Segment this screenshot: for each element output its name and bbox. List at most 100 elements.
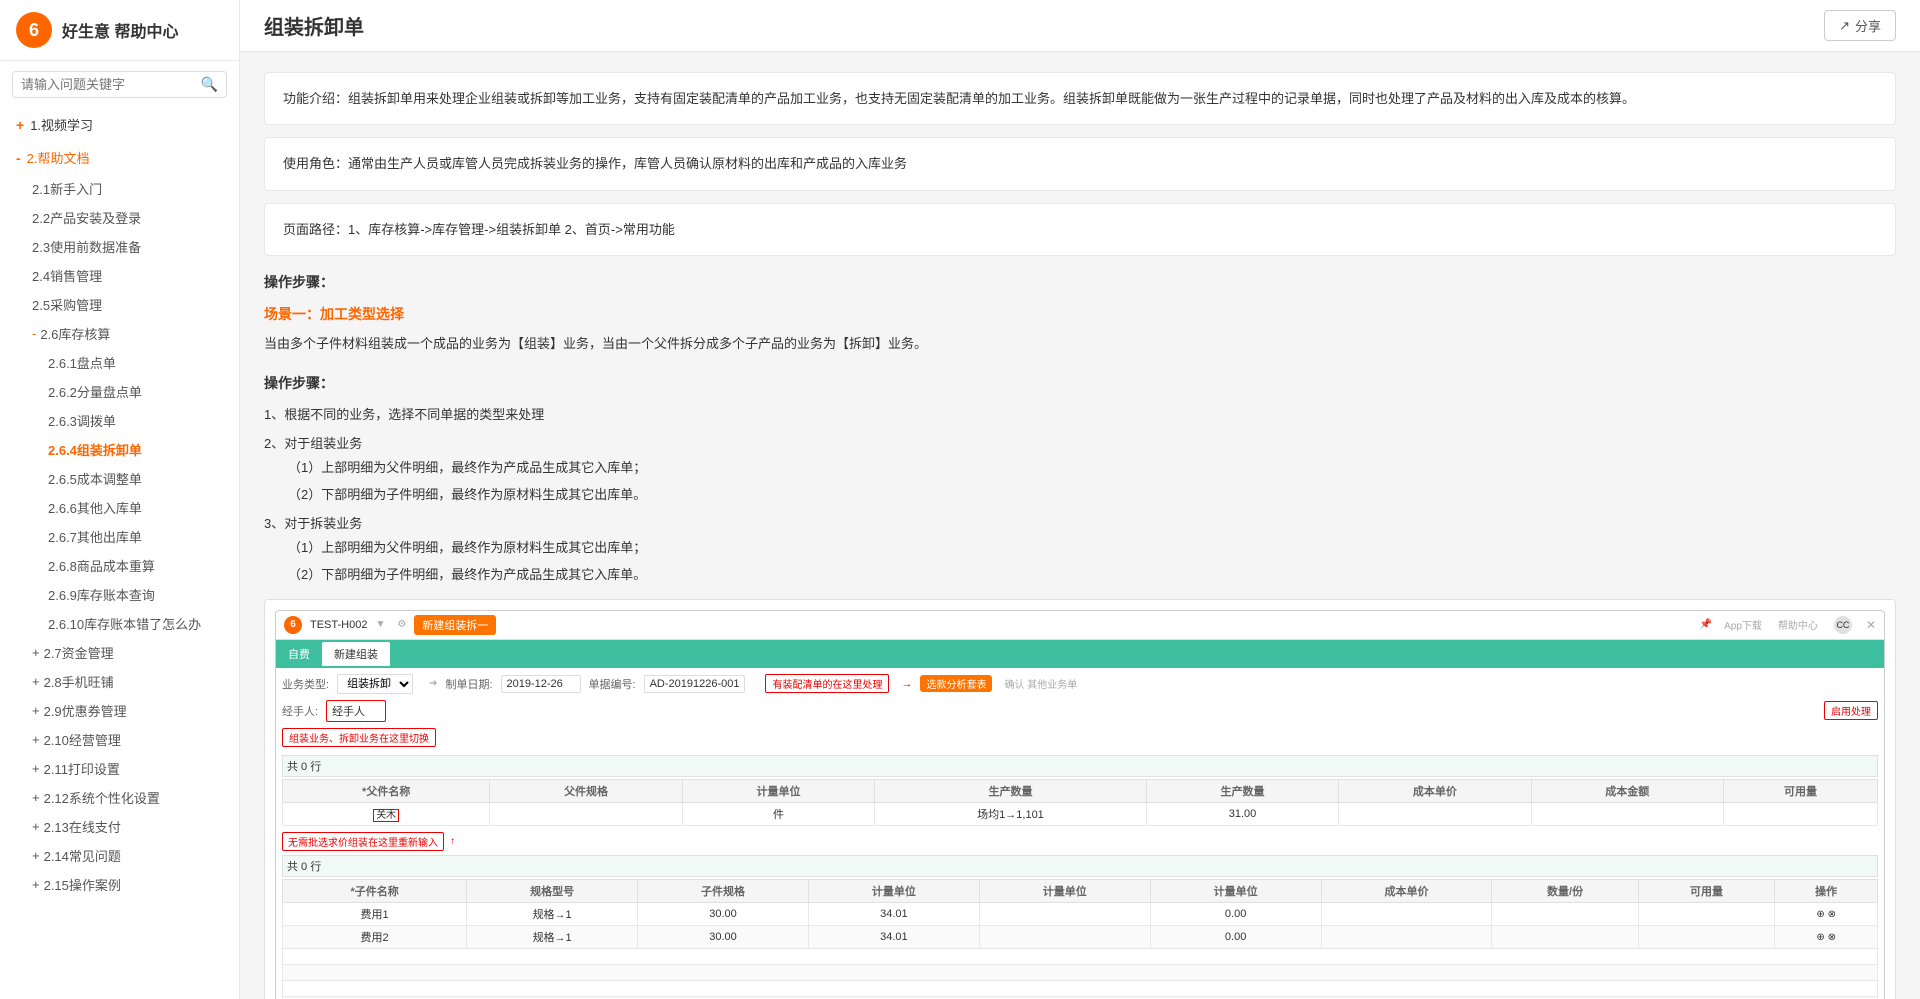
fake-sub-arrow: ↑ [450,836,455,847]
fake-person-value: 经手人 [326,700,386,722]
fake-arrow-ann: → [901,678,912,690]
fake-cell-prodqty2: 31.00 [1146,802,1338,825]
sidebar-item-inventory[interactable]: - 2.6库存核算 [0,319,239,348]
fake-lrow1-u2 [979,902,1150,925]
sidebar-item-sales-mgmt[interactable]: 2.4销售管理 [0,261,239,290]
sidebar-item-stocktake[interactable]: 2.6.1盘点单 [0,348,239,377]
sidebar-item-cases[interactable]: + 2.15操作案例 [0,870,239,899]
plus-icon: + [32,877,40,892]
fake-th-prod-qty: 生产数量 [875,779,1147,802]
sidebar-item-other-out[interactable]: 2.6.7其他出库单 [0,522,239,551]
fake-cell-costamt [1531,802,1723,825]
fake-lower-table-section: 无需批选求价组装在这里重新输入 ↑ 共 0 行 *子件名称 规格型号 [282,832,1878,999]
fake-row2-op-icons[interactable]: ⊕ ⊗ [1816,932,1836,943]
fake-lrow1-spec: 规格→1 [467,902,638,925]
fake-bill-label: 单据编号: [589,676,636,692]
sidebar-item-funds[interactable]: + 2.7资金管理 [0,638,239,667]
sidebar-item-assemble[interactable]: 2.6.4组装拆卸单 [0,435,239,464]
plus-icon: + [32,790,40,805]
search-icon[interactable]: 🔍 [201,76,218,93]
sidebar-item-system-config[interactable]: + 2.12系统个性化设置 [0,783,239,812]
fake-annotation1: 有装配清单的在这里处理 [765,674,889,693]
intro-block-1: 功能介绍：组装拆卸单用来处理企业组装或拆卸等加工业务，支持有固定装配清单的产品加… [264,72,1896,125]
fake-cell-avail [1723,802,1877,825]
fake-lth-qty-share: 数量/份 [1492,879,1638,902]
sidebar-item-transfer[interactable]: 2.6.3调拨单 [0,406,239,435]
fake-lth-avail: 可用量 [1638,879,1775,902]
search-box[interactable]: 🔍 [12,71,227,98]
plus-icon: + [32,761,40,776]
fake-lth-spec: 规格型号 [467,879,638,902]
fake-lrow2-u2 [979,925,1150,948]
sidebar-item-label: 1.视频学习 [30,115,93,134]
fake-annotation-btn[interactable]: 选款分析套表 [920,675,992,692]
fake-lower-table-body: 费用1 规格→1 30.00 34.01 0.00 [283,902,1878,999]
fake-lrow1-qs [1492,902,1638,925]
step-2: 2、对于组装业务 （1）上部明细为父件明细，最终作为产成品生成其它入库单； （2… [264,432,1896,506]
sidebar-item-pre-data[interactable]: 2.3使用前数据准备 [0,232,239,261]
sidebar-item-cost-recalc[interactable]: 2.6.8商品成本重算 [0,551,239,580]
sidebar-item-partial-stocktake[interactable]: 2.6.2分量盘点单 [0,377,239,406]
fake-type-label: 业务类型: [282,676,329,692]
logo-text: 好生意 帮助中心 [62,18,178,42]
main-area: 组装拆卸单 ↗ 分享 功能介绍：组装拆卸单用来处理企业组装或拆卸等加工业务，支持… [240,0,1920,999]
fake-close-icon[interactable]: ✕ [1866,618,1876,632]
sidebar-item-mobile[interactable]: + 2.8手机旺铺 [0,667,239,696]
fake-lrow1-name: 费用1 [283,902,467,925]
fake-lrow2-cp [1321,925,1492,948]
step3-sub-list: （1）上部明细为父件明细，最终作为原材料生成其它出库单； （2）下部明细为子件明… [264,536,1896,587]
intro-block-2: 使用角色：通常由生产人员或库管人员完成拆装业务的操作，库管人员确认原材料的出库和… [264,137,1896,190]
sidebar-item-stock-query[interactable]: 2.6.9库存账本查询 [0,580,239,609]
sidebar-item-operations[interactable]: + 2.10经营管理 [0,725,239,754]
fake-th-cost-amount: 成本金额 [1531,779,1723,802]
sidebar-item-cost-adjust[interactable]: 2.6.5成本调整单 [0,464,239,493]
fake-lrow2-op: ⊕ ⊗ [1775,925,1878,948]
fake-lower-row-5 [283,980,1878,996]
fake-lower-row-3 [283,948,1878,964]
fake-lrow1-u1: 34.01 [808,902,979,925]
page-title: 组装拆卸单 [264,11,364,40]
minus-icon: - [16,150,21,166]
path-text: 页面路径：1、库存核算->库存管理->组装拆卸单 2、首页->常用功能 [283,218,1877,241]
sidebar-item-print[interactable]: + 2.11打印设置 [0,754,239,783]
search-input[interactable] [21,77,201,92]
fake-date-value: 2019-12-26 [501,675,581,693]
fake-cell-prodqty: 场均1→1,101 [875,802,1147,825]
sidebar-item-faq[interactable]: + 2.14常见问题 [0,841,239,870]
fake-row-op-icons[interactable]: ⊕ ⊗ [1816,909,1836,920]
fake-lrow2-u3: 0.00 [1150,925,1321,948]
fake-help-label: 帮助中心 [1778,617,1818,632]
fake-form-row-1: 业务类型: 组装拆卸 ➔ 制单日期: 2019-12-26 单据编号: AD-2… [282,674,1878,694]
sidebar-item-online-pay[interactable]: + 2.13在线支付 [0,812,239,841]
fake-lrow2-u1: 34.01 [808,925,979,948]
scene1-title: 场景一：加工类型选择 [264,304,1896,324]
fake-tab-zifei[interactable]: 自费 [276,642,322,666]
fake-lth-op: 操作 [1775,879,1878,902]
fake-avatar: CC [1834,616,1852,634]
sidebar-item-video[interactable]: + 1.视频学习 [0,108,239,141]
sidebar-item-other-in[interactable]: 2.6.6其他入库单 [0,493,239,522]
fake-tab-newbuild[interactable]: 新建组装 [322,642,390,666]
fake-th-prod-qty2: 生产数量 [1146,779,1338,802]
fake-cell-costprice [1339,802,1531,825]
fake-lrow2-qs [1492,925,1638,948]
plus-icon: + [32,674,40,689]
fake-type-select[interactable]: 组装拆卸 [337,674,413,694]
step3-sub1: （1）上部明细为父件明细，最终作为原材料生成其它出库单； [288,536,1896,559]
fake-app: 6 TEST-H002 ▼ ⚙ 新建组装拆一 📌 App下载 帮助中心 CC ✕… [275,610,1885,999]
fake-warehouse-row: 组装业务、拆卸业务在这里切换 [282,728,1878,747]
plus-icon: + [16,117,24,133]
sidebar-item-account-err[interactable]: 2.6.10库存账本错了怎么办 [0,609,239,638]
share-button[interactable]: ↗ 分享 [1824,10,1896,41]
sidebar-item-help-doc[interactable]: - 2.帮助文档 [0,141,239,174]
fake-new-btn[interactable]: 新建组装拆一 [414,615,496,635]
fake-lower-table: *子件名称 规格型号 子件规格 计量单位 计量单位 计量单位 成本单价 数量/份… [282,879,1878,999]
fake-bill-value: AD-20191226-001 [644,675,746,693]
sidebar-item-purchase-mgmt[interactable]: 2.5采购管理 [0,290,239,319]
fake-form-content: 业务类型: 组装拆卸 ➔ 制单日期: 2019-12-26 单据编号: AD-2… [276,668,1884,999]
fake-lrow2-avail [1638,925,1775,948]
sidebar-item-voucher[interactable]: + 2.9优惠券管理 [0,696,239,725]
sidebar-item-install-login[interactable]: 2.2产品安装及登录 [0,203,239,232]
sidebar-item-newcomer[interactable]: 2.1新手入门 [0,174,239,203]
plus-icon: + [32,819,40,834]
